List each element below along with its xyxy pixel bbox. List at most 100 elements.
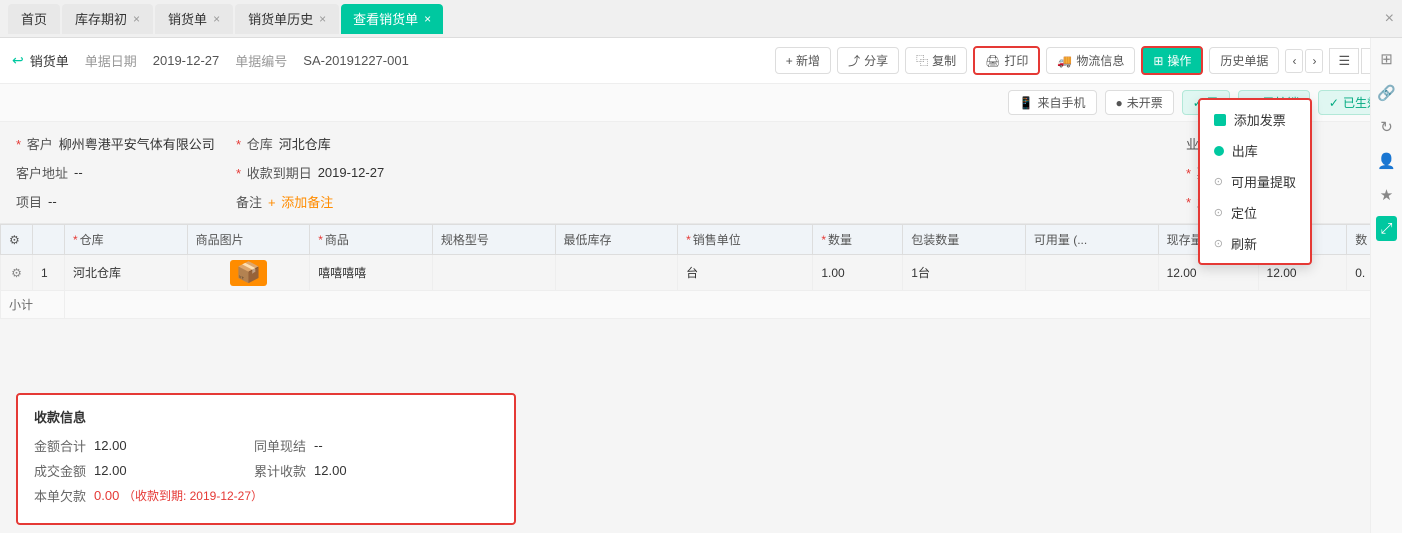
address-field: 客户地址 -- <box>16 163 216 182</box>
due-item: 本单欠款 0.00 （收款到期: 2019-12-27） <box>34 486 263 505</box>
from-phone-label: 来自手机 <box>1037 94 1085 111</box>
date-label: 单据日期 <box>85 51 137 70</box>
sidebar-table-icon[interactable]: ⊞ <box>1376 46 1397 72</box>
print-button[interactable]: 🖨 打印 <box>973 46 1040 75</box>
tab-view-sales[interactable]: 查看销货单 × <box>341 4 443 34</box>
available-qty-item[interactable]: ⊙ 可用量提取 <box>1200 166 1310 197</box>
tab-view-close[interactable]: × <box>424 12 431 26</box>
add-icon: + <box>268 195 276 210</box>
row-spec-cell <box>432 255 555 291</box>
add-note-button[interactable]: + 添加备注 <box>268 192 333 211</box>
tab-sales-close[interactable]: × <box>213 12 220 26</box>
sidebar-star-icon[interactable]: ★ <box>1376 182 1397 208</box>
payment-row-2: 成交金额 12.00 累计收款 12.00 <box>34 461 498 480</box>
notes-label: 备注 <box>236 192 262 211</box>
tab-sales-order[interactable]: 销货单 × <box>155 4 233 34</box>
copy-button[interactable]: ⿻ 复制 <box>905 47 967 74</box>
transaction-label: 成交金额 <box>34 461 86 480</box>
customer-label: * 客户 <box>16 134 53 153</box>
tab-sales-label: 销货单 <box>168 9 207 28</box>
tab-inventory-init[interactable]: 库存期初 × <box>62 4 153 34</box>
payment-date-label: * 收款到期日 <box>236 163 312 182</box>
prev-arrow[interactable]: ‹ <box>1285 49 1303 73</box>
print-label: 打印 <box>1004 52 1028 69</box>
due-value: 0.00 （收款到期: 2019-12-27） <box>94 487 263 504</box>
share-button[interactable]: ⤴ 分享 <box>837 47 899 74</box>
same-order-value: -- <box>314 438 323 453</box>
table-row: ⚙ 1 河北仓库 📦 嘻嘻嘻嘻 台 1.00 1台 12.00 12.00 0. <box>1 255 1402 291</box>
tab-inventory-label: 库存期初 <box>75 9 127 28</box>
number-label: 单据编号 <box>235 51 287 70</box>
form-row-1: * 客户 柳州粤港平安气体有限公司 * 仓库 河北仓库 业务员 演示账号 <box>16 134 1386 153</box>
transaction-item: 成交金额 12.00 <box>34 461 214 480</box>
col-spec: 规格型号 <box>432 225 555 255</box>
add-label: + 新增 <box>786 52 820 69</box>
warehouse-item[interactable]: 出库 <box>1200 135 1310 166</box>
subtotal-label-cell: 小计 <box>1 291 65 319</box>
form-row-3: 项目 -- 备注 + 添加备注 * 业务员孟 -- <box>16 192 1386 211</box>
row-min-stock-cell <box>555 255 678 291</box>
sidebar-expand-icon[interactable]: ⤢ <box>1376 216 1396 241</box>
doc-header: ↩ 销货单 单据日期 2019-12-27 单据编号 SA-20191227-0… <box>0 38 1402 84</box>
operations-button[interactable]: ⊞ 操作 <box>1141 46 1203 75</box>
nav-arrows: ‹ › <box>1285 49 1323 73</box>
customer-field: * 客户 柳州粤港平安气体有限公司 <box>16 134 216 153</box>
form-row-2: 客户地址 -- * 收款到期日 2019-12-27 * 票据类型 不开票 <box>16 163 1386 182</box>
payment-row-3: 本单欠款 0.00 （收款到期: 2019-12-27） <box>34 486 498 505</box>
payment-row-1: 金额合计 12.00 同单现结 -- <box>34 436 498 455</box>
row-pack-qty-cell: 1台 <box>903 255 1026 291</box>
tab-home[interactable]: 首页 <box>8 4 60 34</box>
history-button[interactable]: 历史单据 <box>1209 47 1279 74</box>
number-value: SA-20191227-001 <box>303 53 409 68</box>
col-settings: ⚙ <box>1 225 33 255</box>
add-invoice-label: 添加发票 <box>1234 110 1286 129</box>
subtotal-row: 小计 <box>1 291 1402 319</box>
locate-item[interactable]: ⊙ 定位 <box>1200 197 1310 228</box>
history-label: 历史单据 <box>1220 52 1268 69</box>
doc-title-icon: ↩ <box>12 52 24 69</box>
operations-dropdown: 添加发票 出库 ⊙ 可用量提取 ⊙ 定位 ⊙ 刷新 <box>1198 98 1312 265</box>
warehouse-label: 出库 <box>1232 141 1258 160</box>
address-value: -- <box>74 165 83 180</box>
tab-bar: 首页 库存期初 × 销货单 × 销货单历史 × 查看销货单 × × <box>0 0 1402 38</box>
tab-sales-history[interactable]: 销货单历史 × <box>235 4 339 34</box>
available-qty-label: 可用量提取 <box>1231 172 1296 191</box>
row-seq-cell: 1 <box>33 255 65 291</box>
invoice-icon: ● <box>1116 96 1123 110</box>
col-min-stock: 最低库存 <box>555 225 678 255</box>
col-pack-qty: 包装数量 <box>903 225 1026 255</box>
logistics-label: 物流信息 <box>1076 52 1124 69</box>
customer-value: 柳州粤港平安气体有限公司 <box>59 134 215 153</box>
logistics-button[interactable]: 🚚 物流信息 <box>1046 47 1135 74</box>
sidebar-person-icon[interactable]: 👤 <box>1373 148 1400 174</box>
tab-view-label: 查看销货单 <box>353 9 418 28</box>
add-invoice-icon <box>1214 114 1226 126</box>
from-phone-button[interactable]: 📱 来自手机 <box>1008 90 1097 115</box>
copy-label: 复制 <box>932 52 956 69</box>
locate-icon: ⊙ <box>1214 206 1223 219</box>
total-amount-label: 金额合计 <box>34 436 86 455</box>
project-label: 项目 <box>16 192 42 211</box>
col-seq <box>33 225 65 255</box>
not-opened-button[interactable]: ● 未开票 <box>1105 90 1174 115</box>
row-quantity-cell: 1.00 <box>813 255 903 291</box>
sidebar-rotate-icon[interactable]: ↻ <box>1376 114 1397 140</box>
tab-history-close[interactable]: × <box>319 12 326 26</box>
product-table: ⚙ *仓库 商品图片 *商品 规格型号 最低库存 *销售单位 *数量 包装数量 … <box>0 224 1402 319</box>
operations-label: 操作 <box>1167 52 1191 69</box>
tab-inventory-close[interactable]: × <box>133 12 140 26</box>
refresh-item[interactable]: ⊙ 刷新 <box>1200 228 1310 259</box>
add-button[interactable]: + 新增 <box>775 47 831 74</box>
operations-icon: ⊞ <box>1153 54 1163 68</box>
tab-home-label: 首页 <box>21 9 47 28</box>
window-close-button[interactable]: × <box>1385 10 1394 28</box>
notes-field: 备注 + 添加备注 <box>236 192 436 211</box>
row-settings-cell: ⚙ <box>1 255 33 291</box>
next-arrow[interactable]: › <box>1305 49 1323 73</box>
sidebar-link-icon[interactable]: 🔗 <box>1373 80 1400 106</box>
add-invoice-item[interactable]: 添加发票 <box>1200 104 1310 135</box>
total-amount-value: 12.00 <box>94 438 127 453</box>
list-view-button[interactable]: ☰ <box>1329 48 1359 74</box>
table-header-row: ⚙ *仓库 商品图片 *商品 规格型号 最低库存 *销售单位 *数量 包装数量 … <box>1 225 1402 255</box>
sec-toolbar: 📱 来自手机 ● 未开票 ✓ 已 ✓ 已核销 ✓ 已生效 <box>0 84 1402 122</box>
